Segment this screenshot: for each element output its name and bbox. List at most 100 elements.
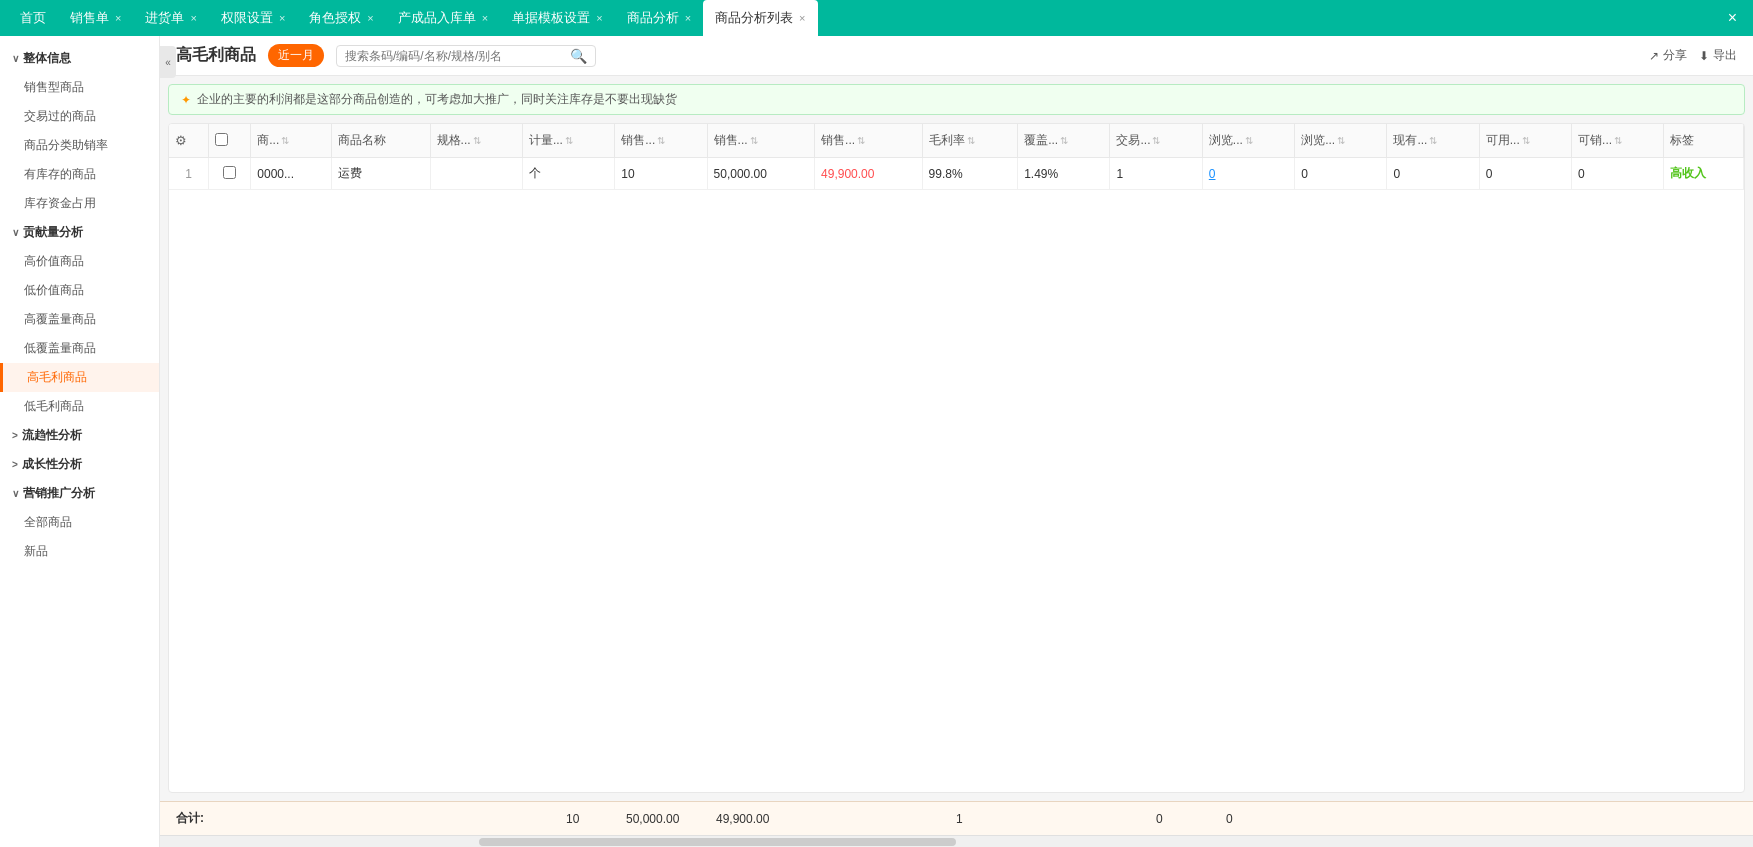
sort-indicator-saleAmount[interactable]: ⇅ <box>750 135 758 146</box>
scrollbar-thumb[interactable] <box>479 838 957 846</box>
col-header-name[interactable]: 商品名称 <box>331 124 430 158</box>
col-header-unit[interactable]: 计量...⇅ <box>522 124 614 158</box>
sort-indicator-unit[interactable]: ⇅ <box>565 135 573 146</box>
col-header-available[interactable]: 可用...⇅ <box>1479 124 1571 158</box>
nav-item-产成品入库单[interactable]: 产成品入库单× <box>386 0 500 36</box>
col-header-saleQty[interactable]: 销售...⇅ <box>615 124 707 158</box>
sidebar-section-营销推广分析[interactable]: ∨营销推广分析 <box>0 479 159 508</box>
nav-close-角色授权[interactable]: × <box>367 12 373 24</box>
nav-item-商品分析[interactable]: 商品分析× <box>615 0 703 36</box>
sidebar-item-低价值商品[interactable]: 低价值商品 <box>0 276 159 305</box>
col-header-gear[interactable]: ⚙ <box>169 124 209 158</box>
sidebar-item-新品[interactable]: 新品 <box>0 537 159 566</box>
sidebar-item-销售型商品[interactable]: 销售型商品 <box>0 73 159 102</box>
col-header-tag[interactable]: 标签 <box>1664 124 1744 158</box>
row-checkbox[interactable] <box>223 166 236 179</box>
sidebar-item-高价值商品[interactable]: 高价值商品 <box>0 247 159 276</box>
col-header-code[interactable]: 商...⇅ <box>251 124 332 158</box>
sidebar-item-高覆盖量商品[interactable]: 高覆盖量商品 <box>0 305 159 334</box>
nav-close-权限设置[interactable]: × <box>279 12 285 24</box>
cell-checkbox[interactable] <box>209 158 251 190</box>
sort-indicator-available[interactable]: ⇅ <box>1522 135 1530 146</box>
sort-indicator-browse1[interactable]: ⇅ <box>1245 135 1253 146</box>
sidebar-section-贡献量分析[interactable]: ∨贡献量分析 <box>0 218 159 247</box>
section-arrow: > <box>12 430 18 441</box>
cell-sellable: 0 <box>1572 158 1664 190</box>
nav-close-进货单[interactable]: × <box>190 12 196 24</box>
cell-coverage: 1.49% <box>1018 158 1110 190</box>
sidebar: ∨整体信息销售型商品交易过的商品商品分类助销率有库存的商品库存资金占用∨贡献量分… <box>0 36 160 847</box>
main-area: ∨整体信息销售型商品交易过的商品商品分类助销率有库存的商品库存资金占用∨贡献量分… <box>0 36 1753 847</box>
nav-item-商品分析列表[interactable]: 商品分析列表× <box>703 0 817 36</box>
sort-indicator-saleQty[interactable]: ⇅ <box>657 135 665 146</box>
nav-item-权限设置[interactable]: 权限设置× <box>209 0 297 36</box>
footer-cell-8 <box>1080 812 1150 826</box>
section-arrow: ∨ <box>12 488 19 499</box>
sidebar-item-商品分类助销率[interactable]: 商品分类助销率 <box>0 131 159 160</box>
sort-indicator-code[interactable]: ⇅ <box>281 135 289 146</box>
col-header-checkbox[interactable] <box>209 124 251 158</box>
sort-indicator-grossRate[interactable]: ⇅ <box>967 135 975 146</box>
sidebar-section-整体信息[interactable]: ∨整体信息 <box>0 44 159 73</box>
cell-browse1[interactable]: 0 <box>1202 158 1294 190</box>
sidebar-item-低毛利商品[interactable]: 低毛利商品 <box>0 392 159 421</box>
col-header-browse1[interactable]: 浏览...⇅ <box>1202 124 1294 158</box>
cell-num: 1 <box>169 158 209 190</box>
col-header-spec[interactable]: 规格...⇅ <box>430 124 522 158</box>
sidebar-item-低覆盖量商品[interactable]: 低覆盖量商品 <box>0 334 159 363</box>
footer-cell-5 <box>880 812 950 826</box>
footer-cell-0 <box>220 812 560 826</box>
close-all-button[interactable]: × <box>1720 9 1745 27</box>
footer-values: 1050,000.0049,900.00100 <box>220 812 1737 826</box>
nav-close-商品分析[interactable]: × <box>685 12 691 24</box>
sort-indicator-spec[interactable]: ⇅ <box>473 135 481 146</box>
nav-item-进货单[interactable]: 进货单× <box>133 0 208 36</box>
nav-item-单据模板设置[interactable]: 单据模板设置× <box>500 0 614 36</box>
col-header-saleAmount[interactable]: 销售...⇅ <box>707 124 815 158</box>
nav-close-销售单[interactable]: × <box>115 12 121 24</box>
export-button[interactable]: ⬇ 导出 <box>1699 47 1737 64</box>
sidebar-item-高毛利商品[interactable]: 高毛利商品 <box>0 363 159 392</box>
sidebar-item-有库存的商品[interactable]: 有库存的商品 <box>0 160 159 189</box>
top-navigation: 首页销售单×进货单×权限设置×角色授权×产成品入库单×单据模板设置×商品分析×商… <box>0 0 1753 36</box>
footer-cell-3: 49,900.00 <box>710 812 800 826</box>
nav-item-销售单[interactable]: 销售单× <box>58 0 133 36</box>
data-table: ⚙商...⇅商品名称规格...⇅计量...⇅销售...⇅销售...⇅销售...⇅… <box>169 124 1744 190</box>
nav-close-产成品入库单[interactable]: × <box>482 12 488 24</box>
nav-item-首页[interactable]: 首页 <box>8 0 58 36</box>
sort-indicator-coverage[interactable]: ⇅ <box>1060 135 1068 146</box>
col-header-browse2[interactable]: 浏览...⇅ <box>1295 124 1387 158</box>
search-input[interactable] <box>345 49 570 63</box>
col-header-transaction[interactable]: 交易...⇅ <box>1110 124 1202 158</box>
col-header-current[interactable]: 现有...⇅ <box>1387 124 1479 158</box>
nav-close-商品分析列表[interactable]: × <box>799 12 805 24</box>
filter-recent-month-button[interactable]: 近一月 <box>268 44 324 67</box>
sidebar-item-交易过的商品[interactable]: 交易过的商品 <box>0 102 159 131</box>
sidebar-section-成长性分析[interactable]: >成长性分析 <box>0 450 159 479</box>
table-row: 10000...运费个1050,000.0049,900.0099.8%1.49… <box>169 158 1744 190</box>
sidebar-item-库存资金占用[interactable]: 库存资金占用 <box>0 189 159 218</box>
search-icon[interactable]: 🔍 <box>570 48 587 64</box>
sidebar-item-全部商品[interactable]: 全部商品 <box>0 508 159 537</box>
sort-indicator-transaction[interactable]: ⇅ <box>1152 135 1160 146</box>
section-arrow: ∨ <box>12 227 19 238</box>
sort-indicator-saleProfit[interactable]: ⇅ <box>857 135 865 146</box>
col-header-grossRate[interactable]: 毛利率⇅ <box>922 124 1018 158</box>
nav-item-角色授权[interactable]: 角色授权× <box>297 0 385 36</box>
col-header-coverage[interactable]: 覆盖...⇅ <box>1018 124 1110 158</box>
cell-spec <box>430 158 522 190</box>
cell-browse2: 0 <box>1295 158 1387 190</box>
sort-indicator-sellable[interactable]: ⇅ <box>1614 135 1622 146</box>
sort-indicator-browse2[interactable]: ⇅ <box>1337 135 1345 146</box>
col-header-sellable[interactable]: 可销...⇅ <box>1572 124 1664 158</box>
select-all-checkbox[interactable] <box>215 133 228 146</box>
nav-close-单据模板设置[interactable]: × <box>596 12 602 24</box>
gear-icon[interactable]: ⚙ <box>175 133 187 148</box>
footer-cell-9: 0 <box>1150 812 1220 826</box>
sidebar-section-流趋性分析[interactable]: >流趋性分析 <box>0 421 159 450</box>
share-button[interactable]: ↗ 分享 <box>1649 47 1687 64</box>
sort-indicator-current[interactable]: ⇅ <box>1429 135 1437 146</box>
horizontal-scrollbar[interactable] <box>160 835 1753 847</box>
col-header-saleProfit[interactable]: 销售...⇅ <box>815 124 923 158</box>
sidebar-toggle-button[interactable]: « <box>160 46 176 78</box>
